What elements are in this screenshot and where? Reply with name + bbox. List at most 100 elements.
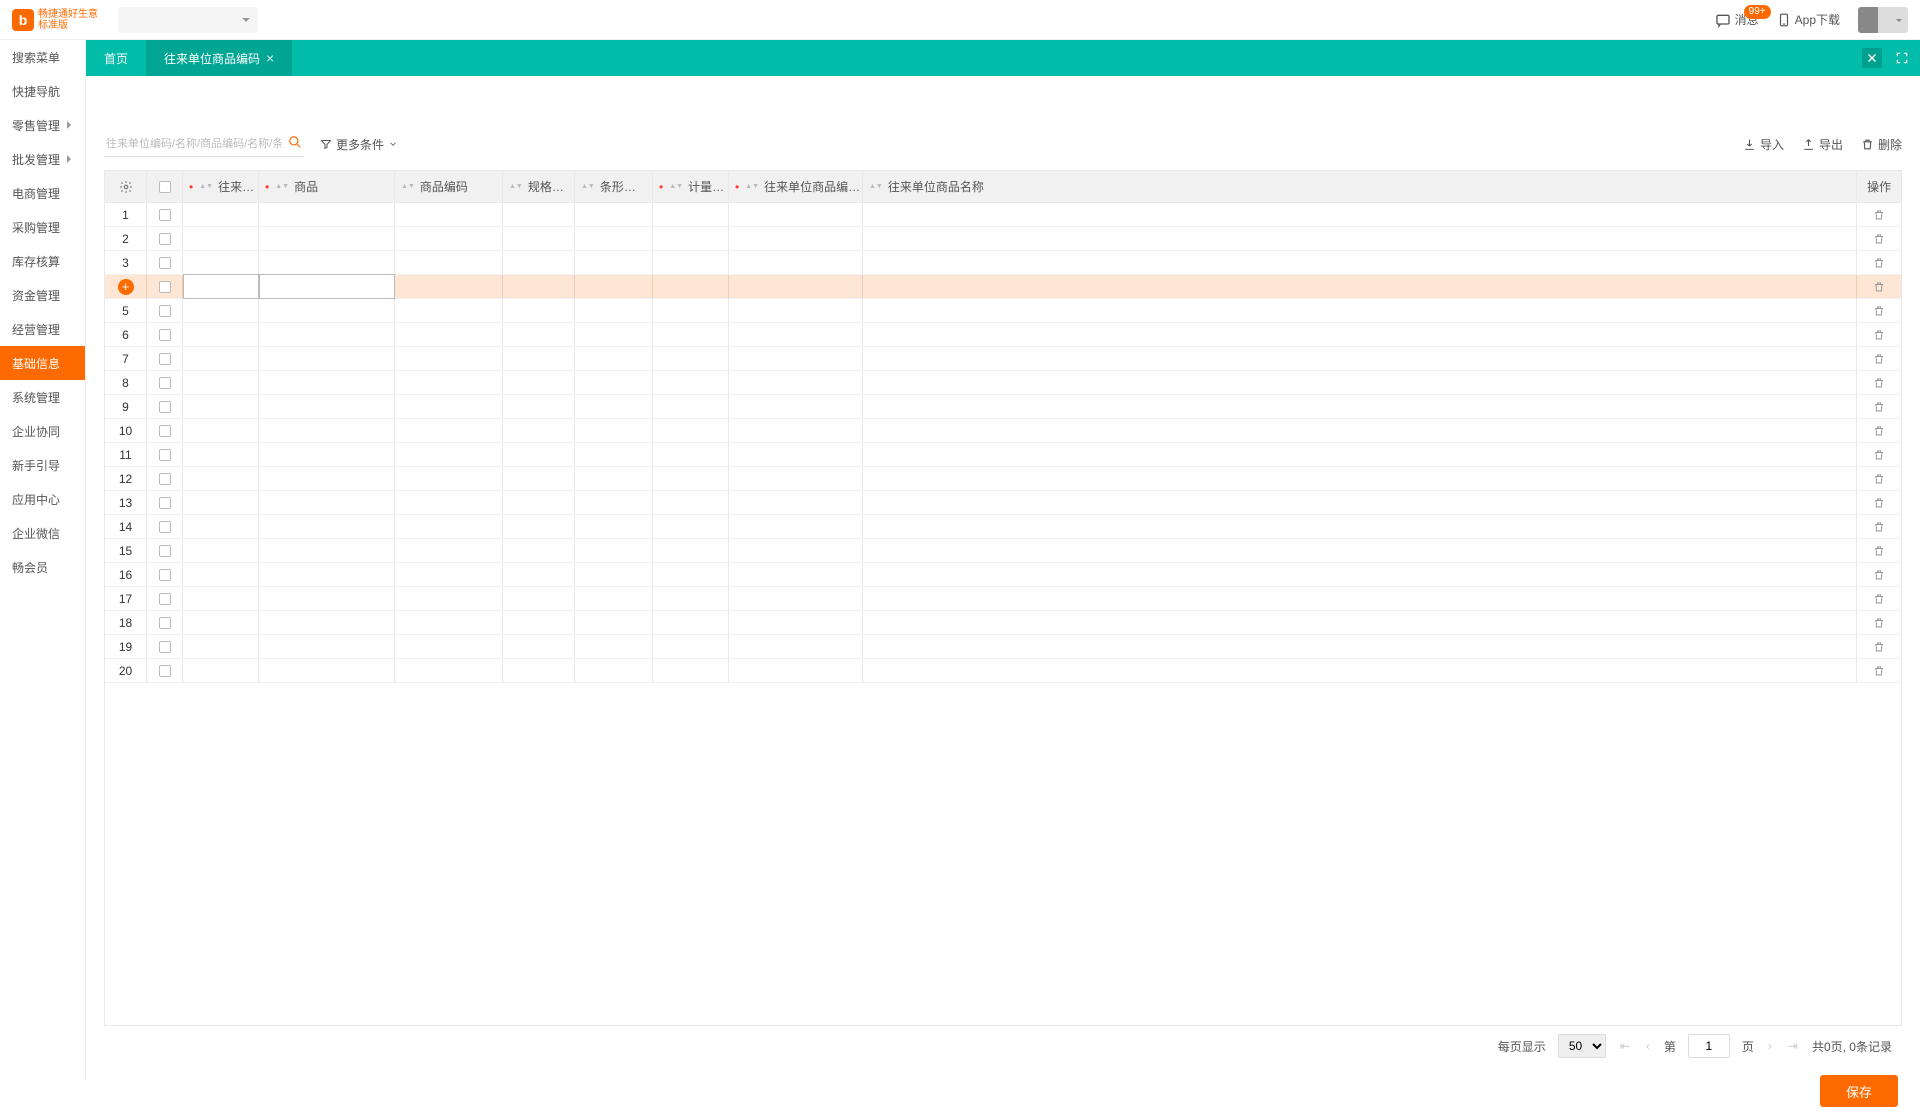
cell-unit[interactable] [653, 251, 729, 274]
cell-partner-code[interactable] [729, 635, 863, 658]
cell-spec[interactable] [503, 395, 575, 418]
cell-unit[interactable] [653, 635, 729, 658]
cell-spec[interactable] [503, 659, 575, 682]
cell-spec[interactable] [503, 419, 575, 442]
cell-partner-name[interactable] [863, 539, 1857, 562]
cell-partner[interactable] [183, 323, 259, 346]
cell-spec[interactable] [503, 371, 575, 394]
cell-partner-name[interactable] [863, 611, 1857, 634]
row-delete-button[interactable] [1857, 227, 1901, 250]
col-barcode[interactable]: ▲▼条形… [575, 171, 653, 202]
cell-product[interactable] [259, 323, 395, 346]
cell-unit[interactable] [653, 395, 729, 418]
cell-product[interactable] [259, 515, 395, 538]
row-delete-button[interactable] [1857, 323, 1901, 346]
table-row[interactable]: 15 [105, 539, 1901, 563]
cell-unit[interactable] [653, 323, 729, 346]
col-partner-code[interactable]: ▲▼往来单位商品编… [729, 171, 863, 202]
col-unit[interactable]: ▲▼计量… [653, 171, 729, 202]
cell-spec[interactable] [503, 467, 575, 490]
cell-partner[interactable] [183, 443, 259, 466]
cell-product[interactable] [259, 563, 395, 586]
table-row[interactable]: 5 [105, 299, 1901, 323]
table-row[interactable]: 10 [105, 419, 1901, 443]
cell-partner-name[interactable] [863, 515, 1857, 538]
table-row[interactable]: 6 [105, 323, 1901, 347]
cell-barcode[interactable] [575, 563, 653, 586]
cell-partner[interactable] [183, 251, 259, 274]
cell-barcode[interactable] [575, 419, 653, 442]
cell-spec[interactable] [503, 539, 575, 562]
sidebar-item[interactable]: 电商管理 [0, 176, 85, 210]
cell-barcode[interactable] [575, 323, 653, 346]
cell-product-code[interactable] [395, 467, 503, 490]
row-checkbox[interactable] [147, 323, 183, 346]
table-row[interactable]: 1 [105, 203, 1901, 227]
close-all-tabs-button[interactable] [1862, 48, 1882, 68]
cell-partner-code[interactable] [729, 419, 863, 442]
cell-unit[interactable] [653, 347, 729, 370]
tab[interactable]: 首页 [86, 40, 146, 76]
cell-spec[interactable] [503, 563, 575, 586]
cell-partner-name[interactable] [863, 371, 1857, 394]
cell-product[interactable] [259, 443, 395, 466]
table-row[interactable]: 9 [105, 395, 1901, 419]
cell-product-code[interactable] [395, 227, 503, 250]
row-delete-button[interactable] [1857, 371, 1901, 394]
cell-partner[interactable] [183, 274, 259, 299]
cell-unit[interactable] [653, 443, 729, 466]
row-delete-button[interactable] [1857, 347, 1901, 370]
table-row[interactable]: 8 [105, 371, 1901, 395]
col-settings[interactable] [105, 171, 147, 202]
cell-partner[interactable] [183, 635, 259, 658]
cell-product-code[interactable] [395, 491, 503, 514]
cell-product[interactable] [259, 419, 395, 442]
cell-partner-code[interactable] [729, 371, 863, 394]
sidebar-item[interactable]: 基础信息 [0, 346, 85, 380]
cell-barcode[interactable] [575, 659, 653, 682]
cell-spec[interactable] [503, 275, 575, 298]
page-prev[interactable]: ‹ [1644, 1039, 1652, 1053]
cell-barcode[interactable] [575, 299, 653, 322]
cell-partner-code[interactable] [729, 491, 863, 514]
cell-partner[interactable] [183, 227, 259, 250]
row-checkbox[interactable] [147, 299, 183, 322]
col-product-code[interactable]: ▲▼商品编码 [395, 171, 503, 202]
cell-product[interactable] [259, 635, 395, 658]
cell-barcode[interactable] [575, 347, 653, 370]
page-last[interactable]: ⇥ [1786, 1039, 1800, 1053]
cell-partner[interactable] [183, 467, 259, 490]
cell-product[interactable] [259, 371, 395, 394]
cell-spec[interactable] [503, 323, 575, 346]
cell-partner-code[interactable] [729, 539, 863, 562]
row-checkbox[interactable] [147, 347, 183, 370]
cell-barcode[interactable] [575, 275, 653, 298]
row-checkbox[interactable] [147, 467, 183, 490]
cell-spec[interactable] [503, 515, 575, 538]
cell-product-code[interactable] [395, 611, 503, 634]
cell-partner[interactable] [183, 203, 259, 226]
row-delete-button[interactable] [1857, 635, 1901, 658]
cell-product-code[interactable] [395, 299, 503, 322]
row-checkbox[interactable] [147, 563, 183, 586]
sidebar-item[interactable]: 经营管理 [0, 312, 85, 346]
cell-product[interactable] [259, 227, 395, 250]
cell-barcode[interactable] [575, 251, 653, 274]
search-input[interactable] [104, 131, 304, 157]
row-delete-button[interactable] [1857, 299, 1901, 322]
sidebar-item[interactable]: 采购管理 [0, 210, 85, 244]
sidebar-item[interactable]: 系统管理 [0, 380, 85, 414]
cell-spec[interactable] [503, 587, 575, 610]
row-delete-button[interactable] [1857, 587, 1901, 610]
cell-partner[interactable] [183, 371, 259, 394]
cell-barcode[interactable] [575, 515, 653, 538]
cell-unit[interactable] [653, 491, 729, 514]
cell-partner-code[interactable] [729, 515, 863, 538]
table-row[interactable]: 18 [105, 611, 1901, 635]
cell-partner-code[interactable] [729, 659, 863, 682]
row-checkbox[interactable] [147, 371, 183, 394]
cell-product-code[interactable] [395, 347, 503, 370]
cell-partner-name[interactable] [863, 347, 1857, 370]
cell-product-code[interactable] [395, 515, 503, 538]
row-checkbox[interactable] [147, 539, 183, 562]
